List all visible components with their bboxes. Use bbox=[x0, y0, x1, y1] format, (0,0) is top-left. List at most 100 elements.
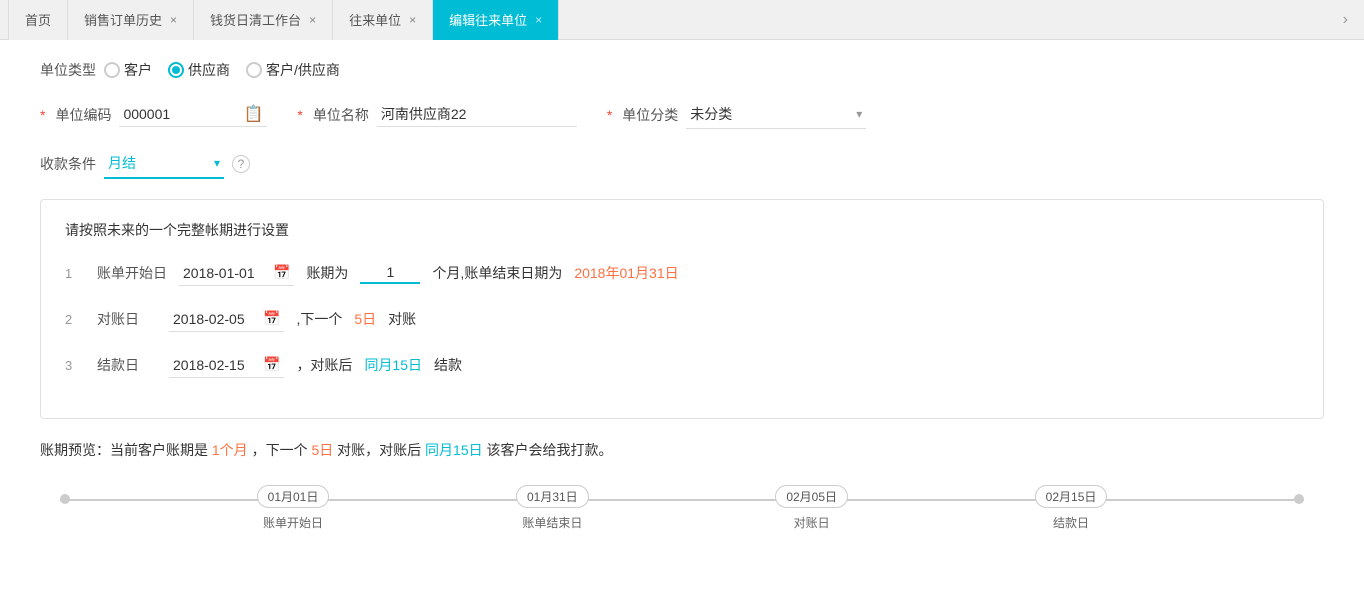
timeline-node-1: 01月31日 账单结束日 bbox=[516, 485, 589, 531]
tab-home[interactable]: 首页 bbox=[8, 0, 68, 40]
close-tab-edit-partner[interactable]: × bbox=[535, 13, 542, 27]
node-label-3: 结款日 bbox=[1053, 514, 1089, 531]
settings-box: 请按照未来的一个完整帐期进行设置 1 账单开始日 📅 账期为 个月,账单结束日期… bbox=[40, 199, 1324, 419]
tab-partners[interactable]: 往来单位 × bbox=[333, 0, 433, 40]
payment-desc-suffix: 结款 bbox=[434, 355, 462, 375]
timeline-node-3: 02月15日 结款日 bbox=[1035, 485, 1108, 531]
close-tab-partners[interactable]: × bbox=[409, 13, 416, 27]
preview-highlight1: 1个月 bbox=[212, 442, 248, 458]
tab-arrow[interactable]: › bbox=[1335, 11, 1356, 29]
preview-text: 账期预览：当前客户账期是 1个月 ，下一个 5日 对账，对账后 同月15日 该客… bbox=[40, 439, 1324, 461]
preview-suffix: 该客户会给我打款。 bbox=[487, 442, 613, 458]
start-date-input-group: 📅 bbox=[179, 260, 294, 286]
unit-code-input-wrapper: 📋 bbox=[119, 102, 267, 127]
reconcile-date-input[interactable] bbox=[173, 311, 263, 327]
unit-category-required: * bbox=[607, 107, 612, 123]
help-icon[interactable]: ? bbox=[232, 155, 250, 173]
reconcile-desc-suffix: 对账 bbox=[388, 309, 416, 329]
period-input[interactable] bbox=[360, 262, 420, 284]
tab-sales-history[interactable]: 销售订单历史 × bbox=[68, 0, 194, 40]
unit-name-label: 单位名称 bbox=[313, 105, 369, 125]
row-label-3: 结款日 bbox=[97, 355, 157, 375]
unit-category-field: * 单位分类 未分类 ▾ bbox=[607, 100, 866, 129]
payment-condition-arrow-icon: ▾ bbox=[214, 156, 220, 170]
payment-day-highlight: 同月15日 bbox=[364, 355, 422, 375]
radio-supplier[interactable]: 供应商 bbox=[168, 60, 230, 80]
reconcile-date-calendar-icon[interactable]: 📅 bbox=[263, 310, 280, 327]
timeline-node-2: 02月05日 对账日 bbox=[775, 485, 848, 531]
reconcile-day-highlight: 5日 bbox=[354, 309, 376, 329]
unit-category-value: 未分类 bbox=[690, 104, 848, 124]
timeline-nodes: 01月01日 账单开始日 01月31日 账单结束日 02月05日 对账日 02月… bbox=[60, 485, 1304, 531]
unit-code-label: 单位编码 bbox=[55, 105, 111, 125]
preview-middle1: ，下一个 bbox=[252, 442, 308, 458]
row-number-3: 3 bbox=[65, 358, 85, 373]
tab-edit-partner[interactable]: 编辑往来单位 × bbox=[433, 0, 559, 40]
payment-condition-field: 收款条件 月结 ▾ ? bbox=[40, 149, 250, 179]
unit-name-required: * bbox=[297, 107, 302, 123]
tab-cash-workbench[interactable]: 钱货日清工作台 × bbox=[194, 0, 333, 40]
timeline-node-0: 01月01日 账单开始日 bbox=[257, 485, 330, 531]
node-label-0: 账单开始日 bbox=[263, 514, 323, 531]
close-tab-sales-history[interactable]: × bbox=[170, 13, 177, 27]
settings-title: 请按照未来的一个完整帐期进行设置 bbox=[65, 220, 1299, 240]
unit-category-label: 单位分类 bbox=[622, 105, 678, 125]
start-date-calendar-icon[interactable]: 📅 bbox=[273, 264, 290, 281]
preview-prefix: 账期预览：当前客户账期是 bbox=[40, 442, 208, 458]
unit-name-input[interactable] bbox=[377, 102, 577, 127]
start-date-input[interactable] bbox=[183, 265, 273, 281]
payment-condition-value: 月结 bbox=[108, 153, 174, 173]
row-label-2: 对账日 bbox=[97, 309, 157, 329]
preview-highlight3: 同月15日 bbox=[425, 442, 483, 458]
preview-highlight2: 5日 bbox=[311, 442, 333, 458]
node-label-1: 账单结束日 bbox=[522, 514, 582, 531]
setting-row-3: 3 结款日 📅 ，对账后 同月15日 结款 bbox=[65, 352, 1299, 378]
reconcile-date-input-group: 📅 bbox=[169, 306, 284, 332]
radio-circle-customer bbox=[104, 62, 120, 78]
period-unit-label: 个月,账单结束日期为 bbox=[432, 263, 562, 283]
timeline-end-dot bbox=[1294, 494, 1304, 504]
payment-date-calendar-icon[interactable]: 📅 bbox=[263, 356, 280, 373]
period-label: 账期为 bbox=[306, 263, 348, 283]
radio-label-supplier: 供应商 bbox=[188, 60, 230, 80]
payment-condition-label: 收款条件 bbox=[40, 154, 96, 174]
row-number-2: 2 bbox=[65, 312, 85, 327]
end-date-highlight: 2018年01月31日 bbox=[574, 263, 678, 283]
setting-row-1: 1 账单开始日 📅 账期为 个月,账单结束日期为 2018年01月31日 bbox=[65, 260, 1299, 286]
radio-circle-supplier bbox=[168, 62, 184, 78]
unit-info-row: * 单位编码 📋 * 单位名称 * 单位分类 未分类 ▾ bbox=[40, 100, 1324, 129]
node-label-2: 对账日 bbox=[794, 514, 830, 531]
unit-code-icon[interactable]: 📋 bbox=[243, 104, 263, 124]
radio-circle-customer-supplier bbox=[246, 62, 262, 78]
unit-category-arrow-icon: ▾ bbox=[856, 107, 862, 121]
payment-date-input[interactable] bbox=[173, 357, 263, 373]
payment-condition-select[interactable]: 月结 ▾ bbox=[104, 149, 224, 179]
timeline-start-dot bbox=[60, 494, 70, 504]
unit-type-field: 单位类型 客户 供应商 客户/供应商 bbox=[40, 60, 340, 80]
payment-desc-prefix: ，对账后 bbox=[296, 355, 352, 375]
main-content: 单位类型 客户 供应商 客户/供应商 * 单位编码 bbox=[0, 40, 1364, 608]
radio-customer[interactable]: 客户 bbox=[104, 60, 152, 80]
row-number-1: 1 bbox=[65, 266, 85, 281]
payment-condition-row: 收款条件 月结 ▾ ? bbox=[40, 149, 1324, 179]
node-badge-2: 02月05日 bbox=[775, 485, 848, 508]
radio-group-unit-type: 客户 供应商 客户/供应商 bbox=[104, 60, 340, 80]
node-badge-0: 01月01日 bbox=[257, 485, 330, 508]
node-badge-1: 01月31日 bbox=[516, 485, 589, 508]
unit-name-field: * 单位名称 bbox=[297, 102, 576, 127]
reconcile-desc-prefix: ,下一个 bbox=[296, 309, 342, 329]
unit-type-row: 单位类型 客户 供应商 客户/供应商 bbox=[40, 60, 1324, 80]
row-label-1: 账单开始日 bbox=[97, 263, 167, 283]
unit-category-select[interactable]: 未分类 ▾ bbox=[686, 100, 866, 129]
unit-code-field: * 单位编码 📋 bbox=[40, 102, 267, 127]
radio-label-customer: 客户 bbox=[124, 60, 152, 80]
node-badge-3: 02月15日 bbox=[1035, 485, 1108, 508]
radio-customer-supplier[interactable]: 客户/供应商 bbox=[246, 60, 340, 80]
setting-row-2: 2 对账日 📅 ,下一个 5日 对账 bbox=[65, 306, 1299, 332]
unit-code-required: * bbox=[40, 107, 45, 123]
close-tab-cash-workbench[interactable]: × bbox=[309, 13, 316, 27]
timeline: 01月01日 账单开始日 01月31日 账单结束日 02月05日 对账日 02月… bbox=[40, 485, 1324, 531]
radio-label-customer-supplier: 客户/供应商 bbox=[266, 60, 340, 80]
preview-middle2: 对账，对账后 bbox=[337, 442, 421, 458]
unit-code-input[interactable] bbox=[123, 106, 243, 122]
